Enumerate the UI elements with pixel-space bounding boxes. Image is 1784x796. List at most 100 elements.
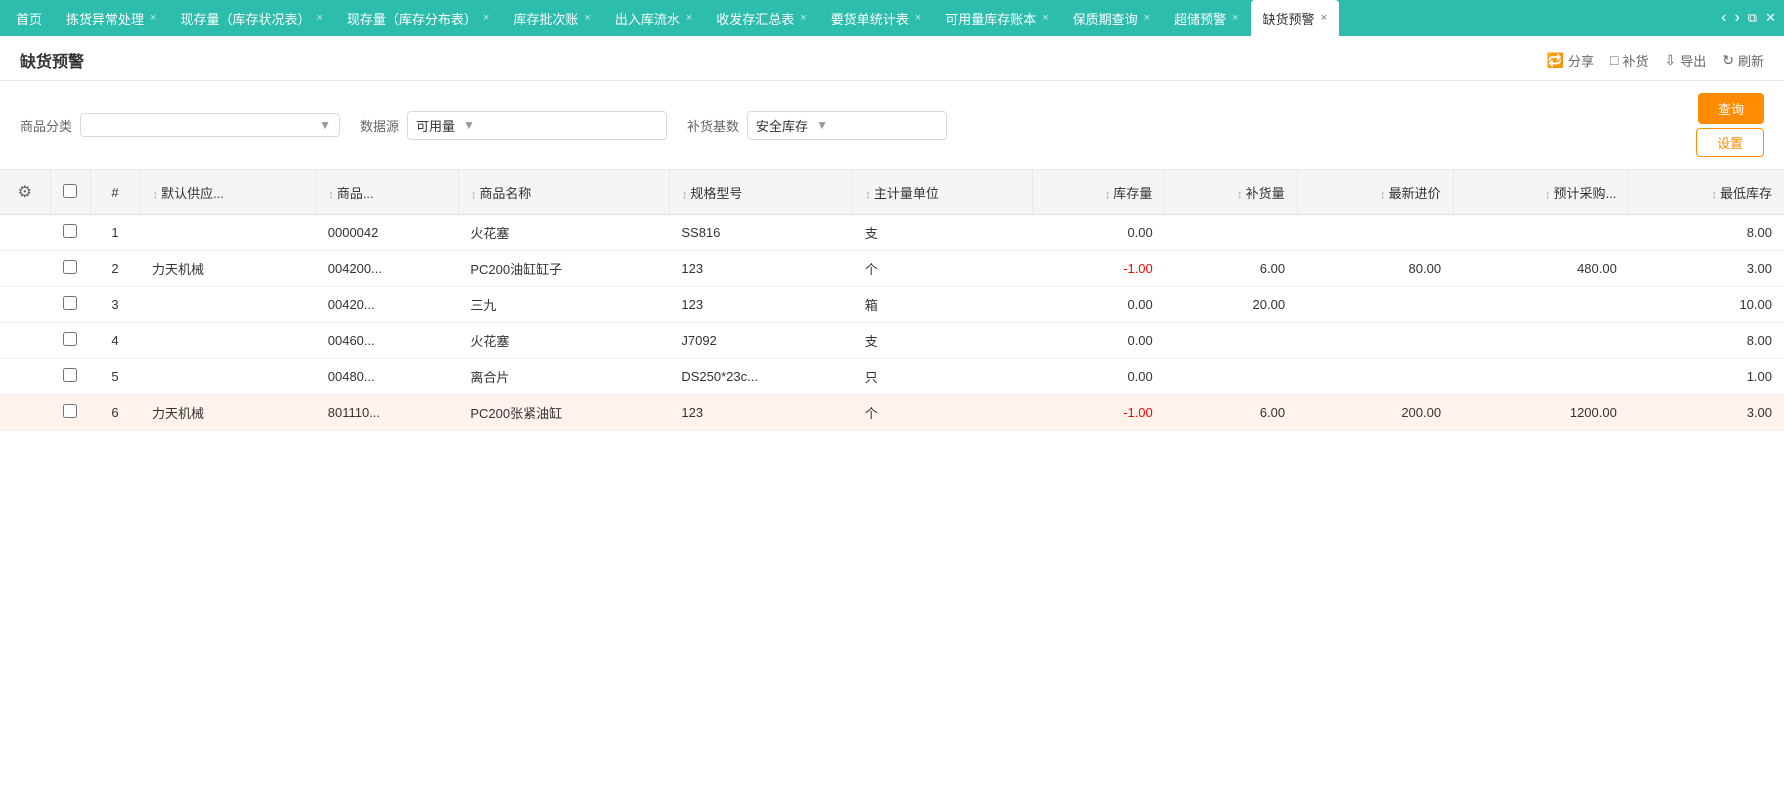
row-checkbox-0[interactable] [63, 224, 77, 238]
replenish-button[interactable]: □ 补货 [1610, 51, 1648, 70]
datasource-select[interactable]: 可用量 ▼ [407, 111, 667, 140]
th-spec[interactable]: 规格型号 [669, 170, 852, 215]
category-select[interactable]: ▼ [80, 113, 340, 137]
setting-button[interactable]: 设置 [1696, 128, 1764, 157]
th-default-supplier[interactable]: 默认供应... [140, 170, 316, 215]
main-content: 缺货预警 🔁 分享 □ 补货 ⇩ 导出 ↻ 刷新 商品分类 [0, 36, 1784, 796]
tab-label-inventory-dist: 现存量（库存分布表） [347, 9, 477, 28]
export-icon: ⇩ [1665, 52, 1677, 69]
row-seq-1: 2 [90, 251, 140, 287]
tab-label-home: 首页 [16, 9, 42, 28]
tab-label-expiry-query: 保质期查询 [1073, 9, 1138, 28]
th-replenish-qty[interactable]: 补货量 [1165, 170, 1297, 215]
row-checkbox-2[interactable] [63, 296, 77, 310]
tab-batch-account[interactable]: 库存批次账 × [501, 0, 602, 36]
row-check-5 [50, 395, 90, 431]
table-row: 1 0000042 火花塞 SS816 支 0.00 8.00 [0, 215, 1784, 251]
tab-home[interactable]: 首页 [4, 0, 54, 36]
row-setting-2 [0, 287, 50, 323]
tab-label-exception: 拣货异常处理 [66, 9, 144, 28]
row-code-5: 801110... [316, 395, 459, 431]
row-unit-3: 支 [853, 323, 1033, 359]
row-supplier-2 [140, 287, 316, 323]
tab-label-batch-account: 库存批次账 [513, 9, 578, 28]
th-unit[interactable]: 主计量单位 [853, 170, 1033, 215]
tab-available-ledger[interactable]: 可用量库存账本× [933, 0, 1060, 36]
row-checkbox-1[interactable] [63, 260, 77, 274]
tab-close-batch-account[interactable]: × [584, 12, 590, 24]
tab-next-btn[interactable]: › [1730, 0, 1743, 36]
row-min-stock-3: 8.00 [1629, 323, 1784, 359]
tab-expiry-query[interactable]: 保质期查询 × [1061, 0, 1162, 36]
tab-inventory-dist[interactable]: 现存量（库存分布表） × [335, 0, 501, 36]
tab-collect-summary[interactable]: 收发存汇总表× [704, 0, 818, 36]
row-name-0: 火花塞 [458, 215, 669, 251]
data-table: ⚙ # 默认供应... 商品... 商品名称 规格型号 主计量单位 库存量 补货… [0, 170, 1784, 431]
row-seq-5: 6 [90, 395, 140, 431]
row-min-stock-0: 8.00 [1629, 215, 1784, 251]
th-product-code[interactable]: 商品... [316, 170, 459, 215]
tab-close-inventory-dist[interactable]: × [483, 12, 489, 24]
th-stock[interactable]: 库存量 [1032, 170, 1164, 215]
select-all-checkbox[interactable] [63, 184, 77, 198]
row-checkbox-5[interactable] [63, 404, 77, 418]
tab-prev-btn[interactable]: ‹ [1717, 0, 1730, 36]
share-button[interactable]: 🔁 分享 [1547, 51, 1594, 70]
tab-close-shortage[interactable]: × [1321, 12, 1327, 24]
replenish-base-value: 安全库存 [756, 116, 808, 135]
refresh-button[interactable]: ↻ 刷新 [1722, 51, 1764, 70]
tab-overstock[interactable]: 超储预警 × [1162, 0, 1250, 36]
column-setting-icon[interactable]: ⚙ [13, 180, 37, 204]
row-checkbox-3[interactable] [63, 332, 77, 346]
row-supplier-0 [140, 215, 316, 251]
th-product-name[interactable]: 商品名称 [458, 170, 669, 215]
tab-restore-btn[interactable]: ⧉ [1744, 0, 1761, 36]
tab-close-inventory-status[interactable]: × [316, 12, 322, 24]
th-min-stock[interactable]: 最低库存 [1629, 170, 1784, 215]
tab-close-inout-flow[interactable]: × [686, 12, 692, 24]
row-code-3: 00460... [316, 323, 459, 359]
row-replenish-qty-4 [1165, 359, 1297, 395]
row-seq-2: 3 [90, 287, 140, 323]
tab-close-collect-summary[interactable]: × [800, 12, 806, 24]
datasource-label: 数据源 [360, 116, 399, 135]
row-est-purchase-4 [1453, 359, 1629, 395]
tab-order-stats[interactable]: 要货单统计表 × [819, 0, 933, 36]
row-check-4 [50, 359, 90, 395]
tab-close-order-stats[interactable]: × [915, 12, 921, 24]
table-row: 6 力天机械 801110... PC200张紧油缸 123 个 -1.00 6… [0, 395, 1784, 431]
replenish-select[interactable]: 安全库存 ▼ [747, 111, 947, 140]
table-body: 1 0000042 火花塞 SS816 支 0.00 8.00 2 力天机械 0… [0, 215, 1784, 431]
tab-close-exception[interactable]: × [150, 12, 156, 24]
row-latest-price-1: 80.00 [1297, 251, 1453, 287]
tab-close-overstock[interactable]: × [1232, 12, 1238, 24]
tab-close-all-btn[interactable]: ✕ [1761, 0, 1780, 36]
row-setting-0 [0, 215, 50, 251]
tab-close-expiry-query[interactable]: × [1144, 12, 1150, 24]
row-supplier-4 [140, 359, 316, 395]
row-checkbox-4[interactable] [63, 368, 77, 382]
row-stock-5: -1.00 [1032, 395, 1164, 431]
category-filter-group: 商品分类 ▼ [20, 113, 340, 137]
query-button[interactable]: 查询 [1698, 93, 1764, 124]
th-est-purchase[interactable]: 预计采购... [1453, 170, 1629, 215]
replenish-icon: □ [1610, 52, 1618, 68]
tab-inventory-status[interactable]: 现存量（库存状况表）× [168, 0, 334, 36]
tab-shortage[interactable]: 缺货预警× [1251, 0, 1339, 36]
row-setting-5 [0, 395, 50, 431]
tab-close-available-ledger[interactable]: × [1042, 12, 1048, 24]
row-min-stock-2: 10.00 [1629, 287, 1784, 323]
export-button[interactable]: ⇩ 导出 [1665, 51, 1707, 70]
tab-label-overstock: 超储预警 [1174, 9, 1226, 28]
row-latest-price-5: 200.00 [1297, 395, 1453, 431]
row-est-purchase-3 [1453, 323, 1629, 359]
replenish-filter-group: 补货基数 安全库存 ▼ [687, 111, 947, 140]
th-latest-price[interactable]: 最新进价 [1297, 170, 1453, 215]
row-stock-1: -1.00 [1032, 251, 1164, 287]
row-replenish-qty-1: 6.00 [1165, 251, 1297, 287]
table-row: 2 力天机械 004200... PC200油缸缸子 123 个 -1.00 6… [0, 251, 1784, 287]
header-actions: 🔁 分享 □ 补货 ⇩ 导出 ↻ 刷新 [1547, 51, 1764, 70]
tab-inout-flow[interactable]: 出入库流水× [603, 0, 704, 36]
tab-label-order-stats: 要货单统计表 [831, 9, 909, 28]
tab-exception[interactable]: 拣货异常处理 × [54, 0, 168, 36]
